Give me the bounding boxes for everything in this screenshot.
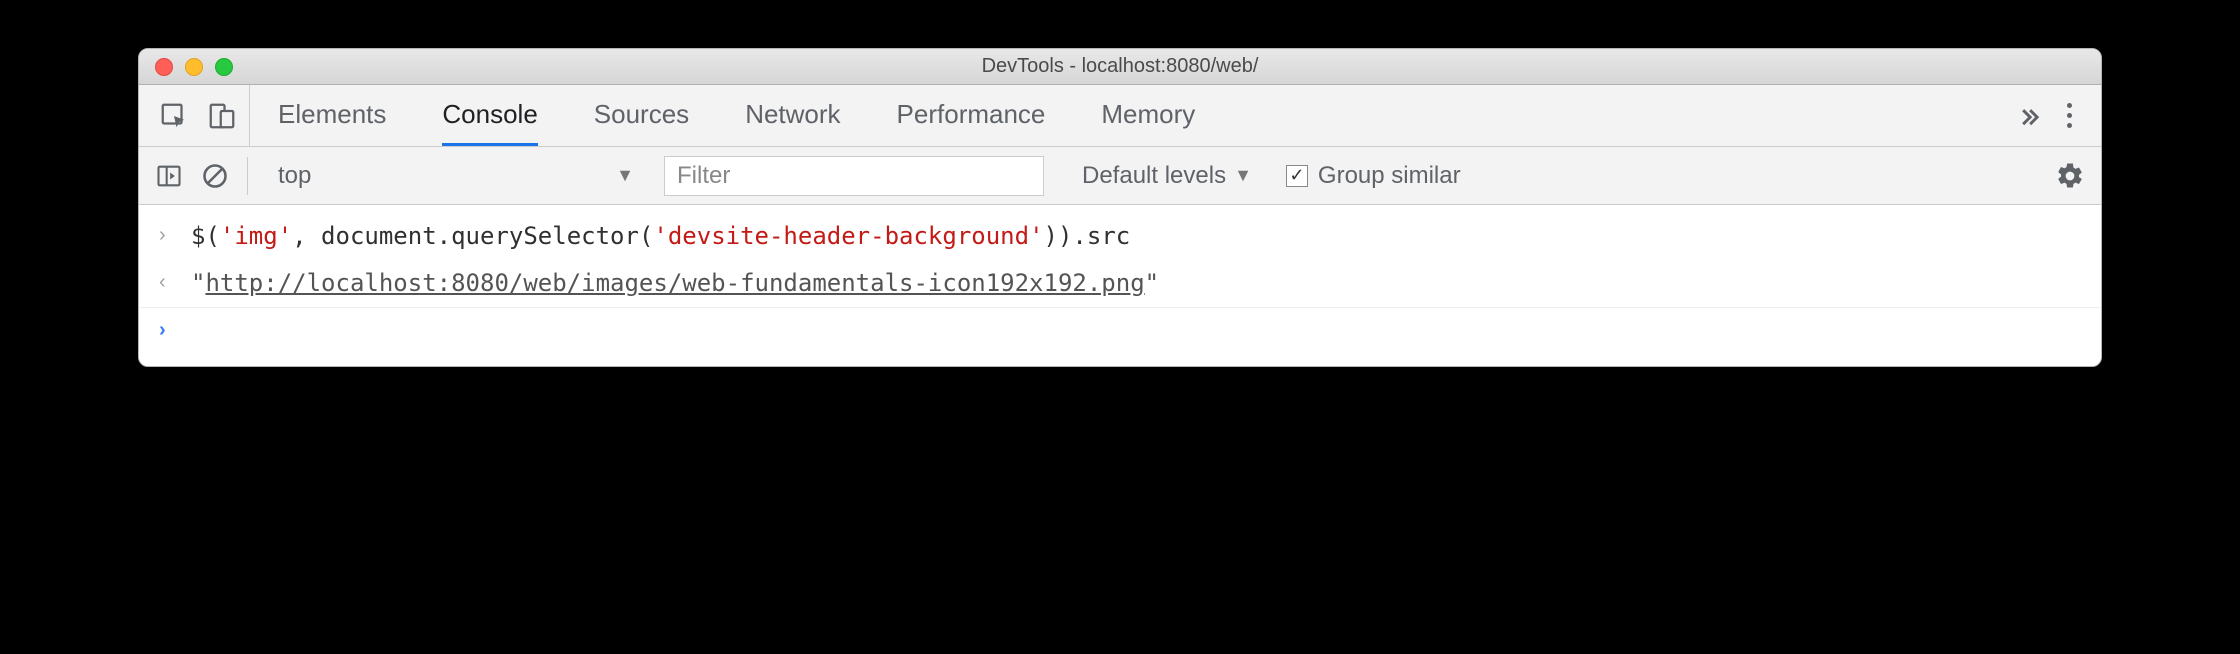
console-input-row: › $('img', document.querySelector('devsi… bbox=[139, 213, 2101, 260]
inspect-icon[interactable] bbox=[159, 101, 189, 131]
prompt-icon: › bbox=[159, 310, 179, 350]
console-input-code[interactable]: $('img', document.querySelector('devsite… bbox=[191, 215, 1130, 258]
checkbox-icon: ✓ bbox=[1286, 165, 1308, 187]
close-icon[interactable] bbox=[155, 58, 173, 76]
menu-icon[interactable] bbox=[2049, 85, 2089, 146]
console-toolbar: top ▼ Default levels ▼ ✓ Group similar bbox=[139, 147, 2101, 205]
settings-icon[interactable] bbox=[2055, 161, 2085, 191]
minimize-icon[interactable] bbox=[185, 58, 203, 76]
window-title: DevTools - localhost:8080/web/ bbox=[139, 55, 2101, 78]
console-prompt-row[interactable]: › bbox=[139, 307, 2101, 355]
group-similar-toggle[interactable]: ✓ Group similar bbox=[1286, 162, 1461, 190]
console-output-row: ‹ "http://localhost:8080/web/images/web-… bbox=[139, 260, 2101, 307]
tab-sources[interactable]: Sources bbox=[594, 85, 689, 146]
tab-console[interactable]: Console bbox=[442, 85, 537, 146]
filter-input[interactable] bbox=[664, 156, 1044, 196]
window-controls bbox=[139, 58, 233, 76]
chevron-down-icon: ▼ bbox=[1234, 165, 1252, 186]
console-prompt-input[interactable] bbox=[191, 310, 205, 353]
tab-network[interactable]: Network bbox=[745, 85, 840, 146]
context-selector[interactable]: top ▼ bbox=[266, 162, 646, 190]
console-output: › $('img', document.querySelector('devsi… bbox=[139, 205, 2101, 366]
device-toggle-icon[interactable] bbox=[207, 101, 237, 131]
tab-performance[interactable]: Performance bbox=[897, 85, 1046, 146]
clear-console-icon[interactable] bbox=[201, 162, 229, 190]
toolbar-left bbox=[151, 85, 250, 146]
devtools-window: DevTools - localhost:8080/web/ Elements … bbox=[138, 48, 2102, 367]
chevron-down-icon: ▼ bbox=[616, 165, 634, 186]
sidebar-toggle-icon[interactable] bbox=[155, 162, 183, 190]
tabbar: Elements Console Sources Network Perform… bbox=[139, 85, 2101, 147]
output-url[interactable]: http://localhost:8080/web/images/web-fun… bbox=[205, 269, 1144, 297]
output-icon: ‹ bbox=[159, 262, 179, 302]
context-label: top bbox=[278, 162, 311, 190]
separator bbox=[247, 157, 248, 195]
more-tabs-icon[interactable] bbox=[2009, 85, 2049, 146]
levels-label: Default levels bbox=[1082, 162, 1226, 190]
prompt-icon: › bbox=[159, 215, 179, 255]
log-levels-selector[interactable]: Default levels ▼ bbox=[1082, 162, 1252, 190]
tab-memory[interactable]: Memory bbox=[1101, 85, 1195, 146]
console-output-text: "http://localhost:8080/web/images/web-fu… bbox=[191, 262, 1159, 305]
tabs: Elements Console Sources Network Perform… bbox=[278, 85, 2009, 146]
group-similar-label: Group similar bbox=[1318, 162, 1461, 190]
tab-elements[interactable]: Elements bbox=[278, 85, 386, 146]
titlebar: DevTools - localhost:8080/web/ bbox=[139, 49, 2101, 85]
maximize-icon[interactable] bbox=[215, 58, 233, 76]
